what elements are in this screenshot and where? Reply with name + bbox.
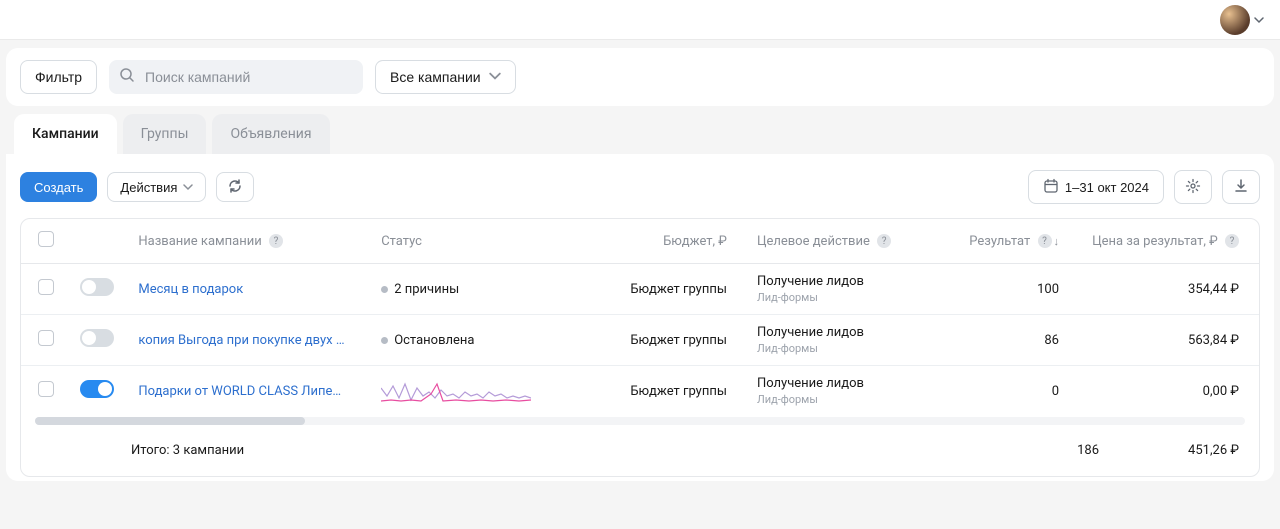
- budget-cell: Бюджет группы: [618, 264, 747, 315]
- chevron-down-icon: [489, 69, 501, 85]
- actions-label: Действия: [120, 180, 177, 195]
- goal-sub: Лид-формы: [757, 342, 920, 355]
- horizontal-scrollbar[interactable]: [35, 417, 1245, 425]
- row-toggle[interactable]: [80, 380, 114, 398]
- tab-campaigns[interactable]: Кампании: [14, 114, 117, 154]
- sort-desc-icon[interactable]: ↓: [1054, 235, 1060, 248]
- column-name[interactable]: Название кампании: [138, 234, 261, 249]
- all-campaigns-label: Все кампании: [390, 69, 481, 85]
- filter-bar: Фильтр Все кампании: [6, 48, 1274, 106]
- chevron-down-icon: [1254, 15, 1264, 25]
- table-row: Месяц в подарок 2 причины Бюджет группы Пол…: [21, 264, 1259, 315]
- select-all-checkbox[interactable]: [38, 231, 54, 247]
- totals-result: 186: [1077, 443, 1099, 458]
- date-range-picker[interactable]: 1–31 окт 2024: [1028, 170, 1164, 204]
- calendar-icon: [1043, 178, 1059, 197]
- table-row: Подарки от WORLD CLASS Липе… Бюджет групп…: [21, 366, 1259, 417]
- search-wrapper: [109, 60, 363, 94]
- campaigns-table: Название кампании ? Статус Бюджет, ₽ Цел…: [21, 219, 1259, 416]
- campaigns-table-wrap: Название кампании ? Статус Бюджет, ₽ Цел…: [20, 218, 1260, 477]
- date-range-label: 1–31 окт 2024: [1065, 180, 1149, 195]
- status-text: 2 причины: [394, 282, 459, 297]
- campaign-name-link[interactable]: Месяц в подарок: [138, 282, 243, 297]
- help-icon[interactable]: ?: [1038, 234, 1052, 248]
- chevron-down-icon: [183, 180, 193, 195]
- goal-main: Получение лидов: [757, 274, 920, 289]
- column-price[interactable]: Цена за результат, ₽: [1092, 234, 1218, 249]
- result-cell: 86: [929, 315, 1069, 366]
- campaign-name-link[interactable]: копия Выгода при покупке двух …: [138, 333, 344, 348]
- tabs: Кампании Группы Объявления: [0, 114, 1280, 154]
- result-cell: 0: [929, 366, 1069, 417]
- help-icon[interactable]: ?: [877, 234, 891, 248]
- download-icon: [1233, 178, 1249, 197]
- search-input[interactable]: [109, 60, 363, 94]
- sparkline-chart: [381, 378, 531, 404]
- row-checkbox[interactable]: [38, 381, 54, 397]
- gear-icon: [1185, 178, 1201, 197]
- totals-table: Итого: 3 кампании 186 451,26 ₽: [21, 425, 1259, 476]
- scroll-thumb[interactable]: [35, 417, 305, 425]
- column-result[interactable]: Результат: [969, 234, 1030, 249]
- budget-cell: Бюджет группы: [618, 366, 747, 417]
- table-header-row: Название кампании ? Статус Бюджет, ₽ Цел…: [21, 219, 1259, 264]
- help-icon[interactable]: ?: [269, 234, 283, 248]
- help-icon[interactable]: ?: [1225, 234, 1239, 248]
- totals-row: Итого: 3 кампании 186 451,26 ₽: [21, 425, 1259, 476]
- price-cell: 563,84 ₽: [1069, 315, 1259, 366]
- download-button[interactable]: [1222, 170, 1260, 204]
- result-cell: 100: [929, 264, 1069, 315]
- search-icon: [119, 67, 135, 87]
- refresh-icon: [227, 178, 243, 197]
- totals-price: 451,26 ₽: [1188, 443, 1239, 458]
- settings-button[interactable]: [1174, 170, 1212, 204]
- all-campaigns-dropdown[interactable]: Все кампании: [375, 60, 516, 94]
- totals-label: Итого: 3 кампании: [131, 443, 244, 458]
- column-budget[interactable]: Бюджет, ₽: [663, 234, 727, 249]
- goal-sub: Лид-формы: [757, 291, 920, 304]
- row-toggle[interactable]: [80, 278, 114, 296]
- campaign-name-link[interactable]: Подарки от WORLD CLASS Липе…: [138, 384, 341, 399]
- tab-ads[interactable]: Объявления: [212, 114, 329, 154]
- avatar: [1220, 5, 1250, 35]
- status-dot-icon: [381, 337, 388, 344]
- account-menu[interactable]: [1220, 5, 1264, 35]
- refresh-button[interactable]: [216, 172, 254, 202]
- table-panel: Создать Действия 1–31 окт 2024: [6, 154, 1274, 481]
- table-toolbar: Создать Действия 1–31 окт 2024: [6, 166, 1274, 218]
- status-text: Остановлена: [394, 333, 474, 348]
- price-cell: 354,44 ₽: [1069, 264, 1259, 315]
- topbar: [0, 0, 1280, 40]
- column-goal[interactable]: Целевое действие: [757, 234, 870, 249]
- budget-cell: Бюджет группы: [618, 315, 747, 366]
- tab-groups[interactable]: Группы: [123, 114, 207, 154]
- table-row: копия Выгода при покупке двух … Остановле…: [21, 315, 1259, 366]
- row-checkbox[interactable]: [38, 279, 54, 295]
- create-button[interactable]: Создать: [20, 172, 97, 202]
- row-toggle[interactable]: [80, 329, 114, 347]
- column-status[interactable]: Статус: [381, 234, 422, 249]
- actions-dropdown[interactable]: Действия: [107, 172, 206, 202]
- goal-main: Получение лидов: [757, 325, 920, 340]
- goal-main: Получение лидов: [757, 376, 920, 391]
- goal-sub: Лид-формы: [757, 393, 920, 406]
- price-cell: 0,00 ₽: [1069, 366, 1259, 417]
- filter-button[interactable]: Фильтр: [20, 60, 97, 94]
- row-checkbox[interactable]: [38, 330, 54, 346]
- status-dot-icon: [381, 286, 388, 293]
